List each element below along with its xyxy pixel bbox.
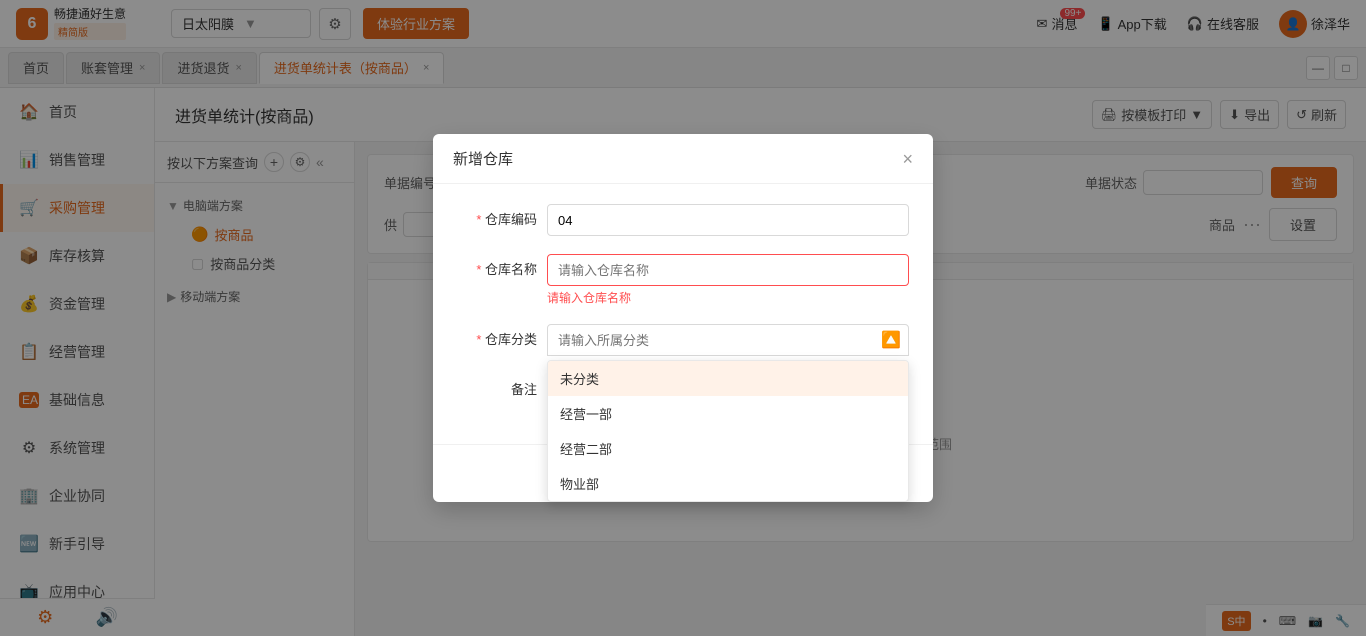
dropdown-item-dept2[interactable]: 经营二部: [548, 431, 908, 466]
dropdown-item-property[interactable]: 物业部: [548, 466, 908, 501]
warehouse-code-control: [547, 204, 909, 236]
dropdown-item-none[interactable]: 未分类: [548, 361, 908, 396]
category-select-wrapper: 🔼: [547, 324, 909, 356]
warehouse-code-row: 仓库编码: [457, 204, 909, 236]
category-dropdown-arrow[interactable]: 🔼: [881, 330, 901, 350]
warehouse-name-control: 请输入仓库名称: [547, 254, 909, 306]
warehouse-category-control: 🔼 未分类 经营一部 经营二部 物业部: [547, 324, 909, 356]
warehouse-category-row: 仓库分类 🔼 未分类 经营一部 经营二部 物业部: [457, 324, 909, 356]
warehouse-name-error: 请输入仓库名称: [547, 289, 909, 306]
warehouse-notes-label: 备注: [457, 374, 537, 406]
warehouse-code-label: 仓库编码: [457, 204, 537, 236]
modal-body: 仓库编码 仓库名称 请输入仓库名称 仓库分类 🔼: [433, 184, 933, 444]
modal-close-button[interactable]: ×: [902, 150, 913, 168]
warehouse-name-label: 仓库名称: [457, 254, 537, 286]
category-input[interactable]: [547, 324, 909, 356]
warehouse-name-row: 仓库名称 请输入仓库名称: [457, 254, 909, 306]
modal-title: 新增仓库: [453, 148, 513, 169]
warehouse-code-input[interactable]: [547, 204, 909, 236]
dropdown-item-dept1[interactable]: 经营一部: [548, 396, 908, 431]
modal-header: 新增仓库 ×: [433, 134, 933, 184]
category-dropdown: 未分类 经营一部 经营二部 物业部: [547, 360, 909, 502]
modal-overlay: 新增仓库 × 仓库编码 仓库名称 请输入仓库名称 仓库分类: [0, 0, 1366, 636]
warehouse-name-input[interactable]: [547, 254, 909, 286]
warehouse-category-label: 仓库分类: [457, 324, 537, 356]
add-warehouse-modal: 新增仓库 × 仓库编码 仓库名称 请输入仓库名称 仓库分类: [433, 134, 933, 502]
